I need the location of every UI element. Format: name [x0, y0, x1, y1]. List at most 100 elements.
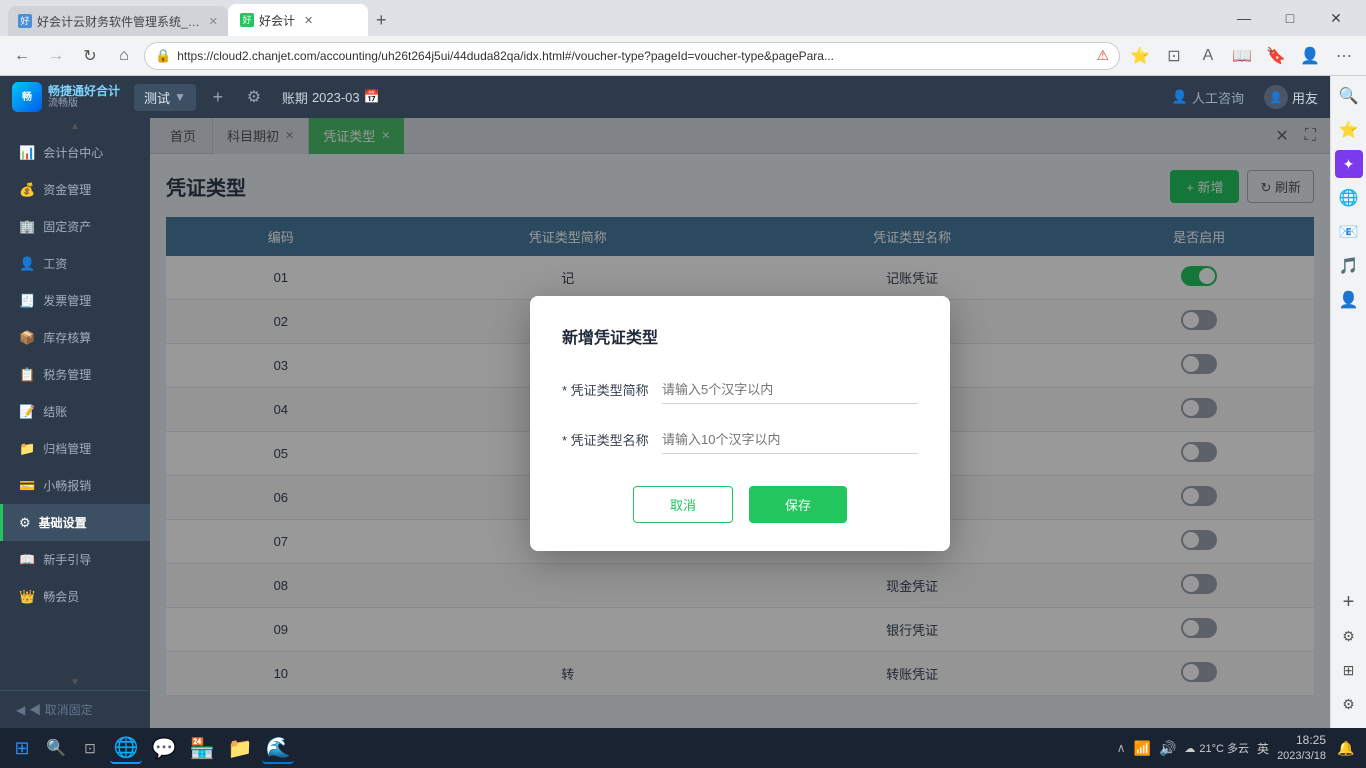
taskbar-explorer-button[interactable]: 📁 — [224, 732, 256, 764]
form-group-short: * 凭证类型简称 — [562, 376, 918, 404]
taskbar-search-button[interactable]: 🔍 — [42, 734, 70, 762]
modal-overlay[interactable]: 新增凭证类型 * 凭证类型简称 * 凭证类型名称 取消 保存 — [150, 118, 1330, 728]
tab2-favicon: 好 — [240, 13, 254, 27]
new-tab-button[interactable]: + — [370, 4, 393, 36]
name-input[interactable] — [662, 426, 918, 454]
taskbar-task-view-button[interactable]: ⊡ — [76, 734, 104, 762]
collections-button[interactable]: ⭐ — [1126, 42, 1154, 70]
browser-forward-button[interactable]: → — [42, 42, 70, 70]
window-minimize-button[interactable]: — — [1222, 4, 1266, 32]
time-display[interactable]: 18:25 2023/3/18 — [1277, 732, 1326, 764]
weather-text: 21°C 多云 — [1199, 740, 1249, 756]
sidebar-footer[interactable]: ◀ ◀ 取消固定 — [0, 690, 150, 728]
taskbar-lang[interactable]: 英 — [1257, 740, 1269, 757]
address-bar[interactable]: 🔒 https://cloud2.chanjet.com/accounting/… — [144, 42, 1120, 70]
right-outlook-button[interactable]: 📧 — [1335, 218, 1363, 246]
expense-icon: 💳 — [19, 478, 35, 494]
sidebar-item-closing[interactable]: 📝 结账 — [0, 393, 150, 430]
sidebar-item-invoice[interactable]: 🧾 发票管理 — [0, 282, 150, 319]
weather-info: ☁ 21°C 多云 — [1184, 740, 1249, 756]
start-button[interactable]: ⊞ — [8, 734, 36, 762]
logo-sub: 流畅版 — [48, 98, 120, 110]
taskbar-store-button[interactable]: 🏪 — [186, 732, 218, 764]
sidebar-item-payroll[interactable]: 👤 工资 — [0, 245, 150, 282]
right-apps-button[interactable]: 🎵 — [1335, 252, 1363, 280]
taskbar-edge-button[interactable]: 🌊 — [262, 732, 294, 764]
tab2-close[interactable]: ✕ — [304, 14, 313, 27]
invoice-label: 发票管理 — [43, 292, 91, 309]
consult-icon: 👤 — [1172, 89, 1188, 105]
time: 18:25 — [1277, 732, 1326, 749]
member-icon: 👑 — [19, 589, 35, 605]
right-add-button[interactable]: + — [1335, 588, 1363, 616]
cancel-button[interactable]: 取消 — [633, 486, 733, 523]
sidebar-item-guide[interactable]: 📖 新手引导 — [0, 541, 150, 578]
company-settings-button[interactable]: ⚙ — [240, 83, 268, 111]
browser-refresh-button[interactable]: ↻ — [76, 42, 104, 70]
reader-button[interactable]: 📖 — [1228, 42, 1256, 70]
taskbar-notification-button[interactable]: 🔔 — [1334, 736, 1358, 760]
payroll-label: 工资 — [43, 255, 67, 272]
period-label: 账期 — [282, 88, 308, 107]
content-area: 首页 科目期初 ✕ 凭证类型 ✕ ✕ ⛶ 凭证类型 — [150, 118, 1330, 728]
browser-profile-button[interactable]: 👤 — [1296, 42, 1324, 70]
split-screen-button[interactable]: ⊡ — [1160, 42, 1188, 70]
unpin-label: ◀ 取消固定 — [29, 701, 92, 718]
browser-tab-1[interactable]: 好 好会计云财务软件管理系统_会计 ✕ — [8, 6, 228, 36]
window-maximize-button[interactable]: □ — [1268, 4, 1312, 32]
right-grid-button[interactable]: ⊞ — [1335, 656, 1363, 684]
taskbar-network-icon: 📶 — [1134, 740, 1151, 757]
fixed-assets-label: 固定资产 — [43, 218, 91, 235]
sidebar-item-fund[interactable]: 💰 资金管理 — [0, 171, 150, 208]
sidebar-item-dashboard[interactable]: 📊 会计台中心 — [0, 134, 150, 171]
short-input[interactable] — [662, 376, 918, 404]
archive-label: 归档管理 — [43, 440, 91, 457]
right-collections-button[interactable]: 🌐 — [1335, 184, 1363, 212]
right-profile-button[interactable]: 👤 — [1335, 286, 1363, 314]
translate-button[interactable]: A — [1194, 42, 1222, 70]
favorites-button[interactable]: 🔖 — [1262, 42, 1290, 70]
fund-label: 资金管理 — [43, 181, 91, 198]
app-container: 畅 畅捷通好合计 流畅版 测试 ▼ + ⚙ 账期 2023-03 📅 👤 人工咨… — [0, 76, 1330, 728]
right-settings-button[interactable]: ⚙ — [1335, 622, 1363, 650]
save-button[interactable]: 保存 — [749, 486, 847, 523]
window-close-button[interactable]: ✕ — [1314, 4, 1358, 32]
sidebar-item-expense[interactable]: 💳 小畅报销 — [0, 467, 150, 504]
user-avatar: 👤 — [1264, 85, 1288, 109]
sidebar-item-member[interactable]: 👑 畅会员 — [0, 578, 150, 615]
tab1-close[interactable]: ✕ — [209, 15, 218, 28]
taskbar-chevron-icon[interactable]: ∧ — [1117, 741, 1126, 755]
right-favorites-button[interactable]: ⭐ — [1335, 116, 1363, 144]
user-info[interactable]: 👤 用友 — [1264, 85, 1318, 109]
secure-icon: 🔒 — [155, 48, 171, 64]
browser-home-button[interactable]: ⌂ — [110, 42, 138, 70]
sidebar-item-archive[interactable]: 📁 归档管理 — [0, 430, 150, 467]
period-value: 2023-03 — [312, 90, 360, 105]
add-company-button[interactable]: + — [204, 83, 232, 111]
browser-menu-button[interactable]: ⋯ — [1330, 42, 1358, 70]
right-copilot-button[interactable]: ✦ — [1335, 150, 1363, 178]
right-search-button[interactable]: 🔍 — [1335, 82, 1363, 110]
sidebar-item-tax[interactable]: 📋 税务管理 — [0, 356, 150, 393]
settings-icon: ⚙ — [19, 515, 31, 531]
sidebar-item-fixed-assets[interactable]: 🏢 固定资产 — [0, 208, 150, 245]
app-logo: 畅 畅捷通好合计 流畅版 — [12, 82, 120, 112]
company-selector[interactable]: 测试 ▼ — [134, 84, 196, 111]
sidebar-item-inventory[interactable]: 📦 库存核算 — [0, 319, 150, 356]
expense-label: 小畅报销 — [43, 477, 91, 494]
right-gear-button[interactable]: ⚙ — [1335, 690, 1363, 718]
taskbar-browser-button[interactable]: 🌐 — [110, 732, 142, 764]
consult-button[interactable]: 👤 人工咨询 — [1172, 88, 1244, 107]
unpin-icon: ◀ — [16, 703, 25, 717]
inventory-icon: 📦 — [19, 330, 35, 346]
name-label: * 凭证类型名称 — [562, 430, 662, 449]
taskbar-chat-button[interactable]: 💬 — [148, 732, 180, 764]
scroll-up-indicator[interactable]: ▲ — [0, 118, 150, 134]
consult-label: 人工咨询 — [1192, 88, 1244, 107]
scroll-down-indicator[interactable]: ▼ — [0, 674, 150, 690]
sidebar-item-settings[interactable]: ⚙ 基础设置 — [0, 504, 150, 541]
period-calendar-icon[interactable]: 📅 — [364, 89, 380, 105]
tax-label: 税务管理 — [43, 366, 91, 383]
browser-back-button[interactable]: ← — [8, 42, 36, 70]
browser-tab-2[interactable]: 好 好会计 ✕ — [228, 4, 368, 36]
